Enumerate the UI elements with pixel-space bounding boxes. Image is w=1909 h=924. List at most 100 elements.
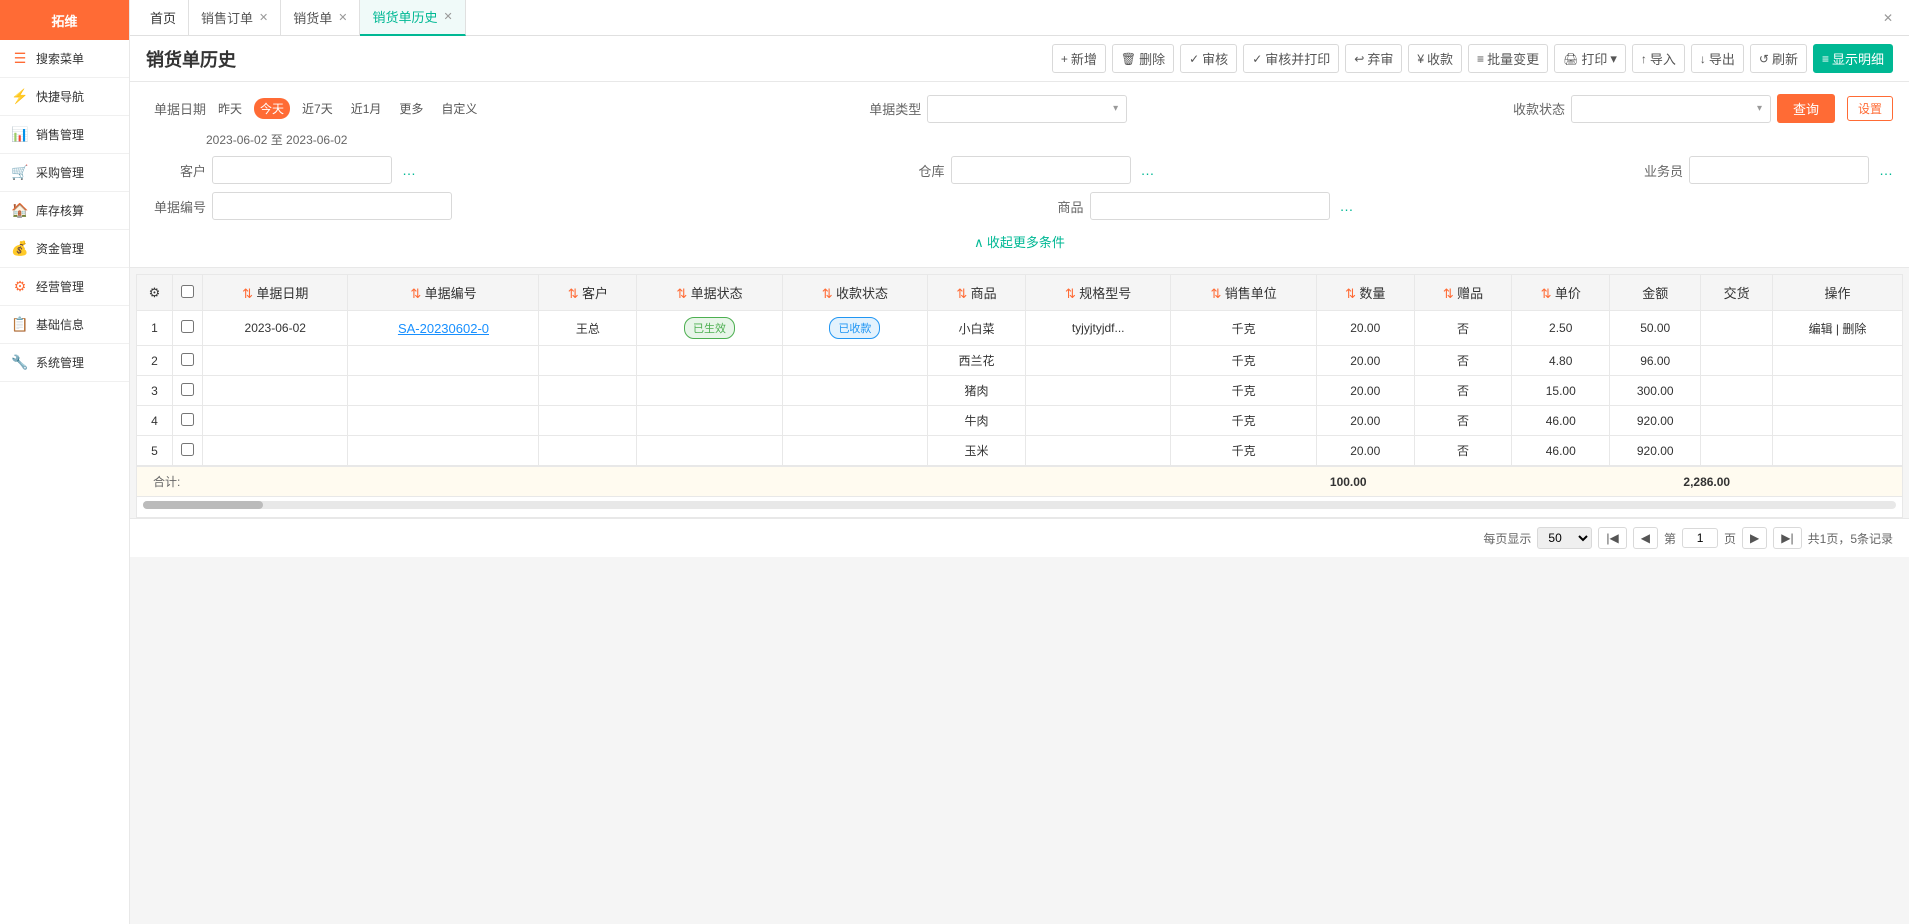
first-page-button[interactable]: |◀ — [1598, 527, 1626, 549]
checkbox-column-header[interactable] — [173, 275, 203, 311]
row-select-checkbox[interactable] — [181, 413, 194, 426]
date-tag-custom[interactable]: 自定义 — [435, 98, 483, 119]
doc-no-column-header[interactable]: ⇅ 单据编号 — [348, 275, 539, 311]
row-checkbox[interactable] — [173, 436, 203, 466]
import-button[interactable]: ↑ 导入 — [1632, 44, 1685, 73]
row-checkbox[interactable] — [173, 346, 203, 376]
prev-page-button[interactable]: ◀ — [1633, 527, 1658, 549]
display-detail-button[interactable]: ≡ 显示明细 — [1813, 44, 1893, 73]
sidebar-item-finance-mgmt[interactable]: 💰 资金管理 — [0, 230, 129, 268]
gear-column-header[interactable]: ⚙ — [137, 275, 173, 311]
page-number-input[interactable] — [1682, 528, 1718, 548]
warehouse-input[interactable] — [951, 156, 1131, 184]
row-actions[interactable] — [1772, 376, 1902, 406]
sidebar-item-inventory[interactable]: 🏠 库存核算 — [0, 192, 129, 230]
sidebar-item-purchase-mgmt[interactable]: 🛒 采购管理 — [0, 154, 129, 192]
row-select-checkbox[interactable] — [181, 383, 194, 396]
query-button[interactable]: 查询 — [1777, 94, 1835, 123]
next-page-button[interactable]: ▶ — [1742, 527, 1767, 549]
table-footer: 合计: 100.00 2,286.00 — [136, 466, 1903, 497]
row-unit: 千克 — [1171, 346, 1316, 376]
warehouse-more-icon[interactable]: … — [1141, 162, 1155, 178]
sidebar-item-sales-mgmt[interactable]: 📊 销售管理 — [0, 116, 129, 154]
tab-home[interactable]: 首页 — [138, 0, 189, 36]
date-tag-yesterday[interactable]: 昨天 — [212, 98, 248, 119]
customer-more-icon[interactable]: … — [402, 162, 416, 178]
salesperson-more-icon[interactable]: … — [1879, 162, 1893, 178]
collect-status-column-header[interactable]: ⇅ 收款状态 — [782, 275, 927, 311]
row-actions[interactable] — [1772, 406, 1902, 436]
salesperson-input[interactable] — [1689, 156, 1869, 184]
unit-column-header[interactable]: ⇅ 销售单位 — [1171, 275, 1316, 311]
price-column-header[interactable]: ⇅ 单价 — [1512, 275, 1610, 311]
horizontal-scrollbar[interactable] — [143, 501, 1896, 509]
salesperson-label: 业务员 — [1623, 161, 1683, 180]
export-button[interactable]: ↓ 导出 — [1691, 44, 1744, 73]
doc-no-input[interactable] — [212, 192, 452, 220]
tab-close-sales-order[interactable]: ✕ — [259, 11, 268, 24]
date-tag-7days[interactable]: 近7天 — [296, 98, 339, 119]
print-button[interactable]: 🖨 打印 ▾ — [1554, 44, 1626, 73]
close-all-tabs[interactable]: ✕ — [1875, 11, 1901, 25]
date-column-header[interactable]: ⇅ 单据日期 — [203, 275, 348, 311]
last-page-button[interactable]: ▶| — [1773, 527, 1801, 549]
import-icon: ↑ — [1641, 52, 1647, 66]
doc-status-column-header[interactable]: ⇅ 单据状态 — [637, 275, 782, 311]
abandon-button[interactable]: ↩ 弃审 — [1345, 44, 1402, 73]
sidebar-item-quick-nav[interactable]: ⚡ 快捷导航 — [0, 78, 129, 116]
date-tag-1month[interactable]: 近1月 — [345, 98, 388, 119]
row-actions[interactable] — [1772, 346, 1902, 376]
date-tag-more[interactable]: 更多 — [393, 98, 429, 119]
doc-no-link[interactable]: SA-20230602-0 — [398, 321, 489, 336]
row-select-checkbox[interactable] — [181, 443, 194, 456]
sidebar-item-system-mgmt[interactable]: 🔧 系统管理 — [0, 344, 129, 382]
row-customer — [539, 436, 637, 466]
row-checkbox[interactable] — [173, 376, 203, 406]
row-select-checkbox[interactable] — [181, 320, 194, 333]
sidebar-item-search-menu[interactable]: ☰ 搜索菜单 — [0, 40, 129, 78]
audit-print-button[interactable]: ✓ 审核并打印 — [1243, 44, 1339, 73]
row-doc-no[interactable]: SA-20230602-0 — [348, 311, 539, 346]
gift-column-header[interactable]: ⇅ 赠品 — [1414, 275, 1512, 311]
goods-column-header[interactable]: ⇅ 商品 — [928, 275, 1026, 311]
add-button[interactable]: + 新增 — [1052, 44, 1106, 73]
scrollbar-thumb[interactable] — [143, 501, 263, 509]
row-select-checkbox[interactable] — [181, 353, 194, 366]
select-all-checkbox[interactable] — [181, 285, 194, 298]
sidebar-item-basic-info[interactable]: 📋 基础信息 — [0, 306, 129, 344]
goods-label: 商品 — [1024, 197, 1084, 216]
delete-button[interactable]: 🗑 删除 — [1112, 44, 1174, 73]
date-tag-today[interactable]: 今天 — [254, 98, 290, 119]
sidebar-item-operation-mgmt[interactable]: ⚙ 经营管理 — [0, 268, 129, 306]
tab-close-sales-goods[interactable]: ✕ — [338, 11, 347, 24]
goods-more-icon[interactable]: … — [1340, 198, 1354, 214]
audit-button[interactable]: ✓ 审核 — [1180, 44, 1237, 73]
row-doc-no[interactable] — [348, 436, 539, 466]
tab-close-sales-history[interactable]: ✕ — [444, 10, 453, 23]
row-checkbox[interactable] — [173, 406, 203, 436]
row-doc-no[interactable] — [348, 406, 539, 436]
row-doc-no[interactable] — [348, 346, 539, 376]
tab-sales-order[interactable]: 销售订单 ✕ — [189, 0, 281, 36]
customer-input[interactable] — [212, 156, 392, 184]
refresh-button[interactable]: ↺ 刷新 — [1750, 44, 1807, 73]
per-page-select[interactable]: 50 100 200 — [1537, 527, 1592, 549]
row-actions[interactable]: 编辑 | 删除 — [1772, 311, 1902, 346]
settings-button[interactable]: 设置 — [1847, 96, 1893, 121]
tab-sales-goods[interactable]: 销货单 ✕ — [281, 0, 360, 36]
row-doc-no[interactable] — [348, 376, 539, 406]
goods-input[interactable] — [1090, 192, 1330, 220]
spec-column-header[interactable]: ⇅ 规格型号 — [1025, 275, 1170, 311]
doc-type-select[interactable]: ▾ — [927, 95, 1127, 123]
qty-column-header[interactable]: ⇅ 数量 — [1316, 275, 1414, 311]
row-checkbox[interactable] — [173, 311, 203, 346]
row-amount: 920.00 — [1610, 406, 1701, 436]
tab-sales-history[interactable]: 销货单历史 ✕ — [360, 0, 465, 36]
collect-button[interactable]: ¥ 收款 — [1408, 44, 1462, 73]
collapse-more-conditions[interactable]: ∧ 收起更多条件 — [146, 228, 1893, 255]
collect-status-select[interactable]: ▾ — [1571, 95, 1771, 123]
row-actions[interactable] — [1772, 436, 1902, 466]
batch-change-button[interactable]: ≡ 批量变更 — [1468, 44, 1548, 73]
system-icon: 🔧 — [12, 355, 28, 371]
customer-column-header[interactable]: ⇅ 客户 — [539, 275, 637, 311]
